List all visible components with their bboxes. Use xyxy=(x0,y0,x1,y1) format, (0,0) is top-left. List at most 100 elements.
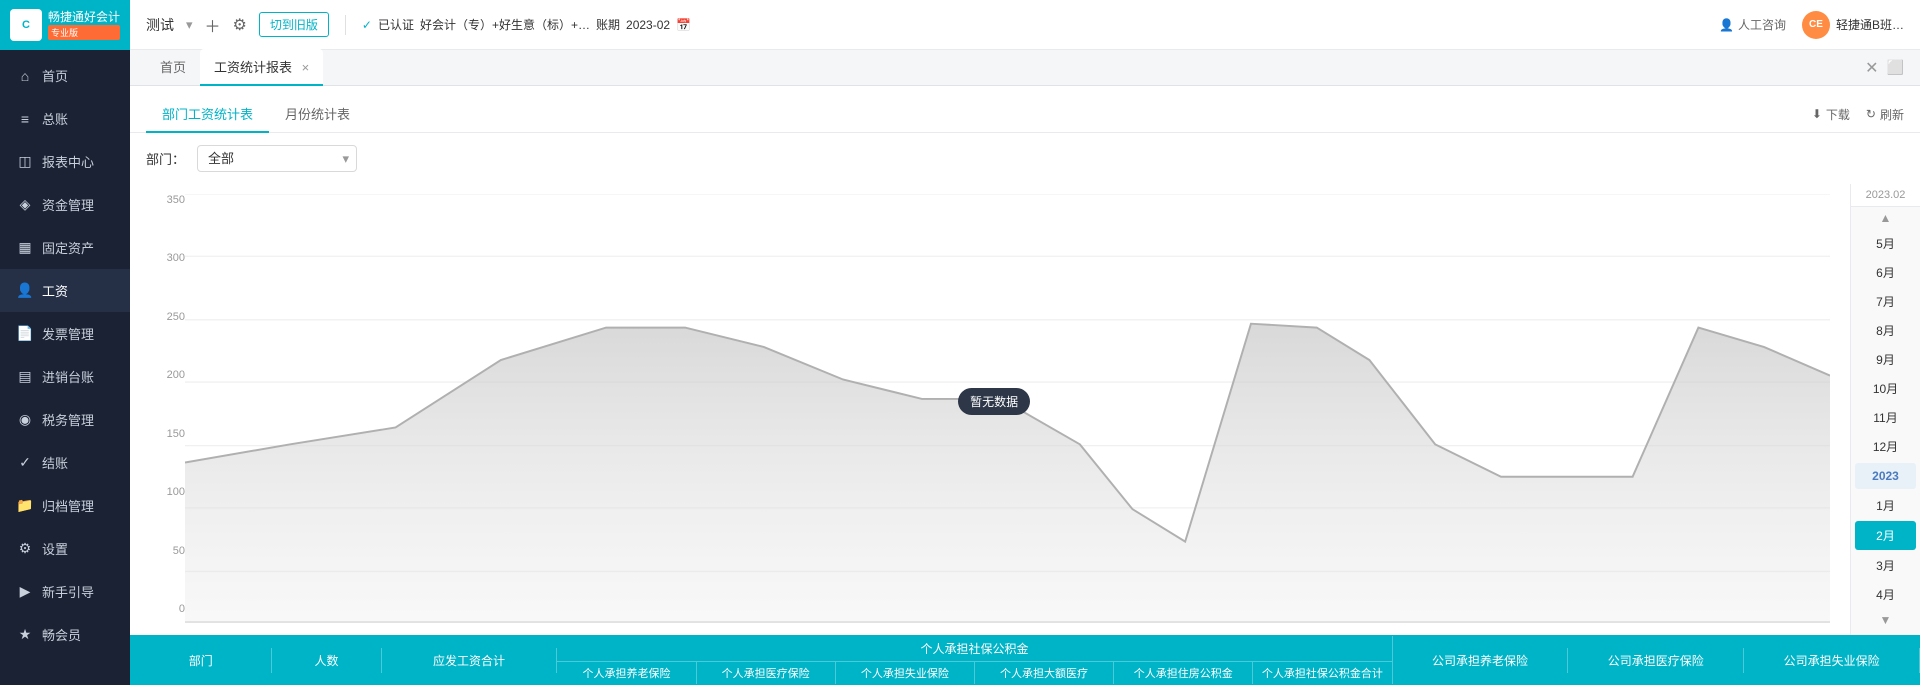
sidebar-item-salary[interactable]: 👤 工资 xyxy=(0,269,130,312)
close-accounts-icon: ✓ xyxy=(16,454,34,471)
service-button[interactable]: 👤 人工咨询 xyxy=(1719,16,1786,33)
tab-salary-report[interactable]: 工资统计报表 × xyxy=(200,49,323,86)
calendar-icon[interactable]: 📅 xyxy=(676,18,691,32)
tab-salary-report-label: 工资统计报表 xyxy=(214,60,292,75)
sidebar-item-invoice[interactable]: 📄 发票管理 xyxy=(0,312,130,355)
sidebar-item-funds[interactable]: ◈ 资金管理 xyxy=(0,183,130,226)
funds-icon: ◈ xyxy=(16,196,34,213)
settings-icon: ⚙ xyxy=(16,540,34,557)
month-apr[interactable]: 4月 xyxy=(1851,580,1920,609)
refresh-button[interactable]: ↻ 刷新 xyxy=(1866,106,1904,123)
dept-filter-label: 部门： xyxy=(146,149,185,168)
tax-icon: ◉ xyxy=(16,411,34,428)
tabs-bar: 首页 工资统计报表 × ✕ ⬜ xyxy=(130,50,1920,86)
col-p-pension: 个人承担养老保险 xyxy=(557,662,696,684)
guide-icon: ▶ xyxy=(16,583,34,600)
y-label-300: 300 xyxy=(150,252,185,264)
col-salary: 应发工资合计 xyxy=(382,648,558,673)
date-panel: 2023.02 ▲ 5月 6月 7月 8月 9月 10月 11月 12月 202… xyxy=(1850,184,1920,635)
sidebar-item-label: 固定资产 xyxy=(42,238,94,257)
sidebar-item-label: 设置 xyxy=(42,539,68,558)
archive-icon: 📁 xyxy=(16,497,34,514)
sidebar-item-label: 总账 xyxy=(42,109,68,128)
col-c-pension: 公司承担养老保险 xyxy=(1393,648,1569,673)
tab-close-button[interactable]: × xyxy=(302,60,310,75)
topbar: 测试 ▾ ＋ ⚙ 切到旧版 ✓ 已认证 好会计（专）+好生意（标）+… 账期 2… xyxy=(130,0,1920,50)
invoice-icon: 📄 xyxy=(16,325,34,342)
reports-icon: ◫ xyxy=(16,153,34,170)
sidebar-item-label: 资金管理 xyxy=(42,195,94,214)
switch-old-mode-button[interactable]: 切到旧版 xyxy=(259,12,329,37)
chart-main: 暂无数据 xyxy=(185,194,1830,635)
y-label-200: 200 xyxy=(150,369,185,381)
col-p-bigmed: 个人承担大额医疗 xyxy=(975,662,1114,684)
sidebar-item-guide[interactable]: ▶ 新手引导 xyxy=(0,570,130,613)
sidebar-item-label: 结账 xyxy=(42,453,68,472)
month-aug[interactable]: 8月 xyxy=(1851,316,1920,345)
app-badge: 专业版 xyxy=(48,25,120,40)
col-c-unemp: 公司承担失业保险 xyxy=(1744,648,1920,673)
month-nov[interactable]: 11月 xyxy=(1851,403,1920,432)
chart-area: 350 300 250 200 150 100 50 0 xyxy=(130,184,1850,635)
app-logo: C 畅捷通好会计 专业版 xyxy=(0,0,130,50)
topbar-settings-button[interactable]: ⚙ xyxy=(233,15,247,35)
month-mar[interactable]: 3月 xyxy=(1851,551,1920,580)
topbar-title: 测试 xyxy=(146,15,174,35)
chart-svg xyxy=(185,194,1830,635)
sidebar-item-settings[interactable]: ⚙ 设置 xyxy=(0,527,130,570)
date-nav-down[interactable]: ▼ xyxy=(1851,609,1920,631)
tab-expand-icon[interactable]: ⬜ xyxy=(1887,59,1904,76)
sidebar-item-home[interactable]: ⌂ 首页 xyxy=(0,54,130,97)
sub-tab-monthly[interactable]: 月份统计表 xyxy=(269,96,366,133)
salary-icon: 👤 xyxy=(16,282,34,299)
month-jun[interactable]: 6月 xyxy=(1851,258,1920,287)
col-p-unemp: 个人承担失业保险 xyxy=(836,662,975,684)
month-dec[interactable]: 12月 xyxy=(1851,432,1920,461)
avatar: CE xyxy=(1802,11,1830,39)
assets-icon: ▦ xyxy=(16,239,34,256)
sidebar-item-label: 工资 xyxy=(42,281,68,300)
month-sep[interactable]: 9月 xyxy=(1851,345,1920,374)
sidebar-item-member[interactable]: ★ 畅会员 xyxy=(0,613,130,656)
sidebar-item-assets[interactable]: ▦ 固定资产 xyxy=(0,226,130,269)
y-label-50: 50 xyxy=(150,545,185,557)
sidebar-item-trade[interactable]: ▤ 进销台账 xyxy=(0,355,130,398)
sidebar-item-archive[interactable]: 📁 归档管理 xyxy=(0,484,130,527)
sidebar-item-close[interactable]: ✓ 结账 xyxy=(0,441,130,484)
sub-tab-dept[interactable]: 部门工资统计表 xyxy=(146,96,269,133)
sidebar-item-tax[interactable]: ◉ 税务管理 xyxy=(0,398,130,441)
sidebar-item-ledger[interactable]: ≡ 总账 xyxy=(0,97,130,140)
topbar-dropdown-arrow[interactable]: ▾ xyxy=(186,17,193,33)
service-label: 人工咨询 xyxy=(1738,16,1786,33)
y-label-150: 150 xyxy=(150,428,185,440)
month-jul[interactable]: 7月 xyxy=(1851,287,1920,316)
sidebar-item-label: 报表中心 xyxy=(42,152,94,171)
download-label: 下载 xyxy=(1826,106,1850,123)
logo-icon: C xyxy=(10,9,42,41)
service-icon: 👤 xyxy=(1719,18,1734,32)
main-content: 测试 ▾ ＋ ⚙ 切到旧版 ✓ 已认证 好会计（专）+好生意（标）+… 账期 2… xyxy=(130,0,1920,685)
topbar-add-button[interactable]: ＋ xyxy=(205,13,221,37)
topbar-status: ✓ 已认证 好会计（专）+好生意（标）+… 账期 2023-02 📅 xyxy=(362,16,691,33)
month-may[interactable]: 5月 xyxy=(1851,229,1920,258)
dept-filter-select[interactable]: 全部 部门1 部门2 xyxy=(197,145,357,172)
col-p-housing: 个人承担住房公积金 xyxy=(1114,662,1253,684)
tab-close-window-icon[interactable]: ✕ xyxy=(1865,58,1878,78)
member-icon: ★ xyxy=(16,626,34,643)
certified-label: 已认证 xyxy=(378,16,414,33)
topbar-divider xyxy=(345,15,346,35)
sidebar: C 畅捷通好会计 专业版 ⌂ 首页 ≡ 总账 ◫ 报表中心 ◈ 资金管理 ▦ 固… xyxy=(0,0,130,685)
month-feb-active[interactable]: 2月 xyxy=(1855,521,1916,550)
sidebar-item-label: 新手引导 xyxy=(42,582,94,601)
date-nav-up[interactable]: ▲ xyxy=(1851,207,1920,229)
month-oct[interactable]: 10月 xyxy=(1851,374,1920,403)
refresh-label: 刷新 xyxy=(1880,106,1904,123)
y-label-100: 100 xyxy=(150,486,185,498)
user-button[interactable]: CE 轻捷通B班… xyxy=(1802,11,1904,39)
sidebar-item-reports[interactable]: ◫ 报表中心 xyxy=(0,140,130,183)
month-jan[interactable]: 1月 xyxy=(1851,491,1920,520)
table-header: 部门 人数 应发工资合计 个人承担社保公积金 个人承担养老保险 个人承担医疗保险… xyxy=(130,635,1920,685)
download-button[interactable]: ⬇ 下载 xyxy=(1812,106,1850,123)
tab-home[interactable]: 首页 xyxy=(146,49,200,86)
app-name: 畅捷通好会计 xyxy=(48,10,120,26)
